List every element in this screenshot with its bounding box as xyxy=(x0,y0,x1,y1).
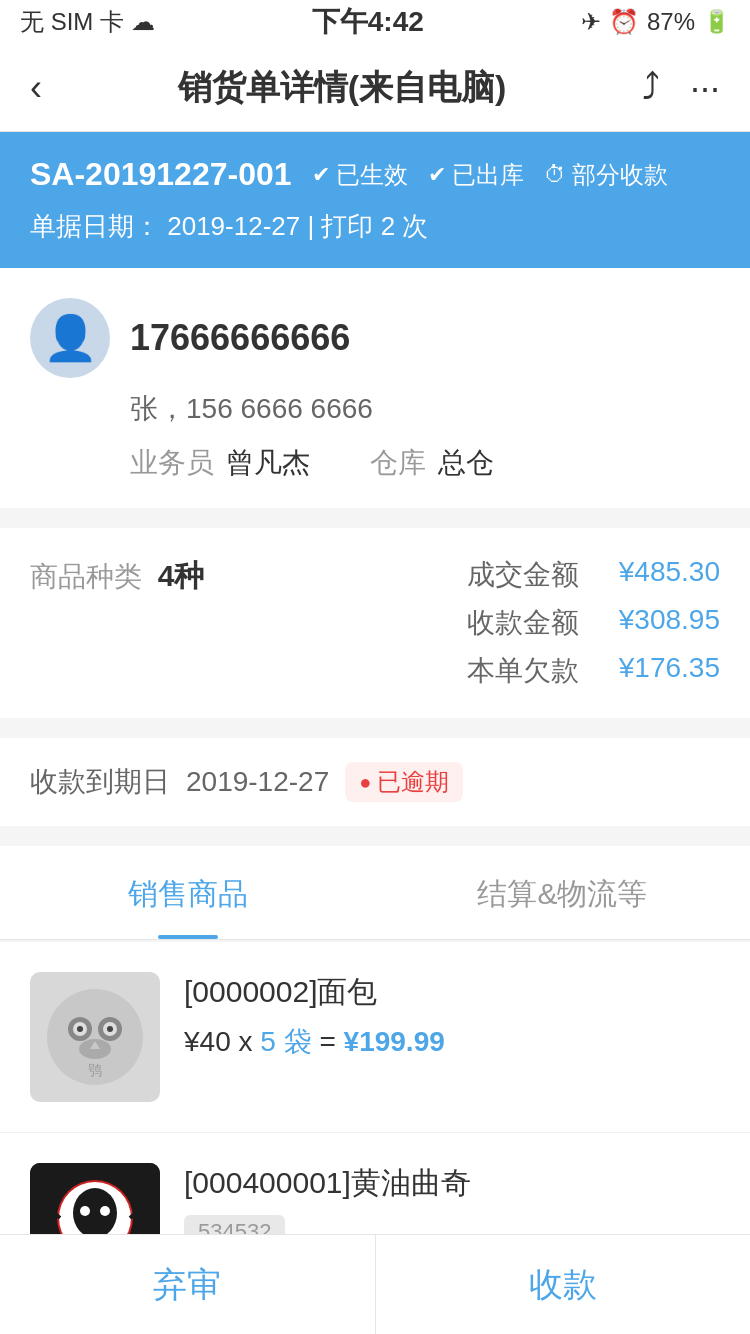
person-icon: 👤 xyxy=(43,312,98,364)
debt-row: 本单欠款 ¥176.35 xyxy=(467,652,720,690)
share-button[interactable]: ⤴ xyxy=(642,67,660,109)
type-label: 商品种类 xyxy=(30,561,142,592)
print-count: 2 xyxy=(381,211,395,241)
location-icon: ✈ xyxy=(581,8,601,36)
battery-label: 87% xyxy=(647,8,695,36)
warehouse-info: 仓库 总仓 xyxy=(370,444,494,482)
product-price-1: ¥40 x 5 袋 = ¥199.99 xyxy=(184,1023,720,1061)
svg-point-15 xyxy=(80,1206,90,1216)
unit-1: 袋 xyxy=(284,1026,312,1057)
received-value: ¥308.95 xyxy=(619,604,720,642)
order-date-row: 单据日期： 2019-12-27 | 打印 2 次 xyxy=(30,209,720,244)
order-header: SA-20191227-001 ✔ 已生效 ✔ 已出库 ⏱ 部分收款 单据日期：… xyxy=(0,132,750,268)
customer-details: 业务员 曾凡杰 仓库 总仓 xyxy=(30,444,720,482)
tabs-bar: 销售商品 结算&物流等 xyxy=(0,846,750,940)
amount-value: ¥485.30 xyxy=(619,556,720,594)
confirm-button[interactable]: 收款 xyxy=(376,1235,751,1334)
print-suffix: 次 xyxy=(402,211,428,241)
warehouse-name: 总仓 xyxy=(438,444,494,482)
due-date: 2019-12-27 xyxy=(186,766,329,798)
equals-1: = xyxy=(319,1026,343,1057)
due-date-section: 收款到期日 2019-12-27 ● 已逾期 xyxy=(0,738,750,826)
staff-info: 业务员 曾凡杰 xyxy=(130,444,310,482)
price-1: ¥40 xyxy=(184,1026,231,1057)
debt-label: 本单欠款 xyxy=(467,652,579,690)
owl-icon: 鸮 xyxy=(45,987,145,1087)
nav-right: ⤴ ··· xyxy=(642,67,720,109)
due-label: 收款到期日 xyxy=(30,763,170,801)
status-right: ✈ ⏰ 87% 🔋 xyxy=(581,8,730,36)
page-title: 销货单详情(来自电脑) xyxy=(178,65,507,111)
alarm-icon: ⏰ xyxy=(609,8,639,36)
more-button[interactable]: ··· xyxy=(690,67,720,109)
sim-label: 无 SIM 卡 ☁ xyxy=(20,6,155,38)
amount-label: 成交金额 xyxy=(467,556,579,594)
received-row: 收款金额 ¥308.95 xyxy=(467,604,720,642)
product-name-1: [0000002]面包 xyxy=(184,972,720,1013)
product-info-1: [0000002]面包 ¥40 x 5 袋 = ¥199.99 xyxy=(184,972,720,1061)
badge-shipped: ✔ 已出库 xyxy=(428,159,524,191)
customer-name-phone: 张，156 6666 6666 xyxy=(30,390,720,428)
amount-stats: 成交金额 ¥485.30 收款金额 ¥308.95 本单欠款 ¥176.35 xyxy=(467,556,720,690)
total-1: ¥199.99 xyxy=(344,1026,445,1057)
customer-phone: 17666666666 xyxy=(130,317,350,359)
stats-section: 商品种类 4种 成交金额 ¥485.30 收款金额 ¥308.95 本单欠款 ¥… xyxy=(0,528,750,718)
tab-sales[interactable]: 销售商品 xyxy=(0,846,375,939)
type-value: 4种 xyxy=(158,559,205,592)
tab-settlement[interactable]: 结算&物流等 xyxy=(375,846,750,939)
received-label: 收款金额 xyxy=(467,604,579,642)
svg-point-16 xyxy=(100,1206,110,1216)
customer-section: 👤 17666666666 张，156 6666 6666 业务员 曾凡杰 仓库… xyxy=(0,268,750,508)
battery-icon: 🔋 xyxy=(703,9,730,35)
qty-1: 5 xyxy=(260,1026,276,1057)
staff-name: 曾凡杰 xyxy=(226,444,310,482)
product-item: 鸮 [0000002]面包 ¥40 x 5 袋 = ¥199.99 xyxy=(0,942,750,1133)
clock-icon: ⏱ xyxy=(544,162,566,188)
order-date: 2019-12-27 xyxy=(167,211,300,241)
multiply-1: x xyxy=(239,1026,261,1057)
debt-value: ¥176.35 xyxy=(619,652,720,690)
status-left: 无 SIM 卡 ☁ xyxy=(20,6,155,38)
customer-row1: 👤 17666666666 xyxy=(30,298,720,378)
status-bar: 无 SIM 卡 ☁ 下午4:42 ✈ ⏰ 87% 🔋 xyxy=(0,0,750,44)
order-status-row: SA-20191227-001 ✔ 已生效 ✔ 已出库 ⏱ 部分收款 xyxy=(30,156,720,193)
staff-label: 业务员 xyxy=(130,444,214,482)
svg-text:鸮: 鸮 xyxy=(88,1062,102,1078)
avatar: 👤 xyxy=(30,298,110,378)
bottom-action-bar: 弃审 收款 xyxy=(0,1234,750,1334)
svg-point-6 xyxy=(107,1026,113,1032)
overdue-badge: ● 已逾期 xyxy=(345,762,463,802)
overdue-text: 已逾期 xyxy=(377,766,449,798)
badge-partial: ⏱ 部分收款 xyxy=(544,159,668,191)
order-id: SA-20191227-001 xyxy=(30,156,292,193)
amount-row: 成交金额 ¥485.30 xyxy=(467,556,720,594)
product-name-2: [000400001]黄油曲奇 xyxy=(184,1163,720,1204)
svg-point-5 xyxy=(77,1026,83,1032)
cancel-button[interactable]: 弃审 xyxy=(0,1235,376,1334)
check-icon-1: ✔ xyxy=(312,162,330,188)
svg-point-13 xyxy=(73,1188,117,1238)
nav-bar: ‹ 销货单详情(来自电脑) ⤴ ··· xyxy=(0,44,750,132)
check-icon-2: ✔ xyxy=(428,162,446,188)
print-label: | 打印 xyxy=(307,211,373,241)
status-time: 下午4:42 xyxy=(312,3,424,41)
back-button[interactable]: ‹ xyxy=(30,67,42,109)
product-thumbnail-1: 鸮 xyxy=(30,972,160,1102)
product-type-stat: 商品种类 4种 xyxy=(30,556,204,690)
warehouse-label: 仓库 xyxy=(370,444,426,482)
overdue-icon: ● xyxy=(359,771,371,794)
date-label: 单据日期： xyxy=(30,211,160,241)
badge-effective: ✔ 已生效 xyxy=(312,159,408,191)
